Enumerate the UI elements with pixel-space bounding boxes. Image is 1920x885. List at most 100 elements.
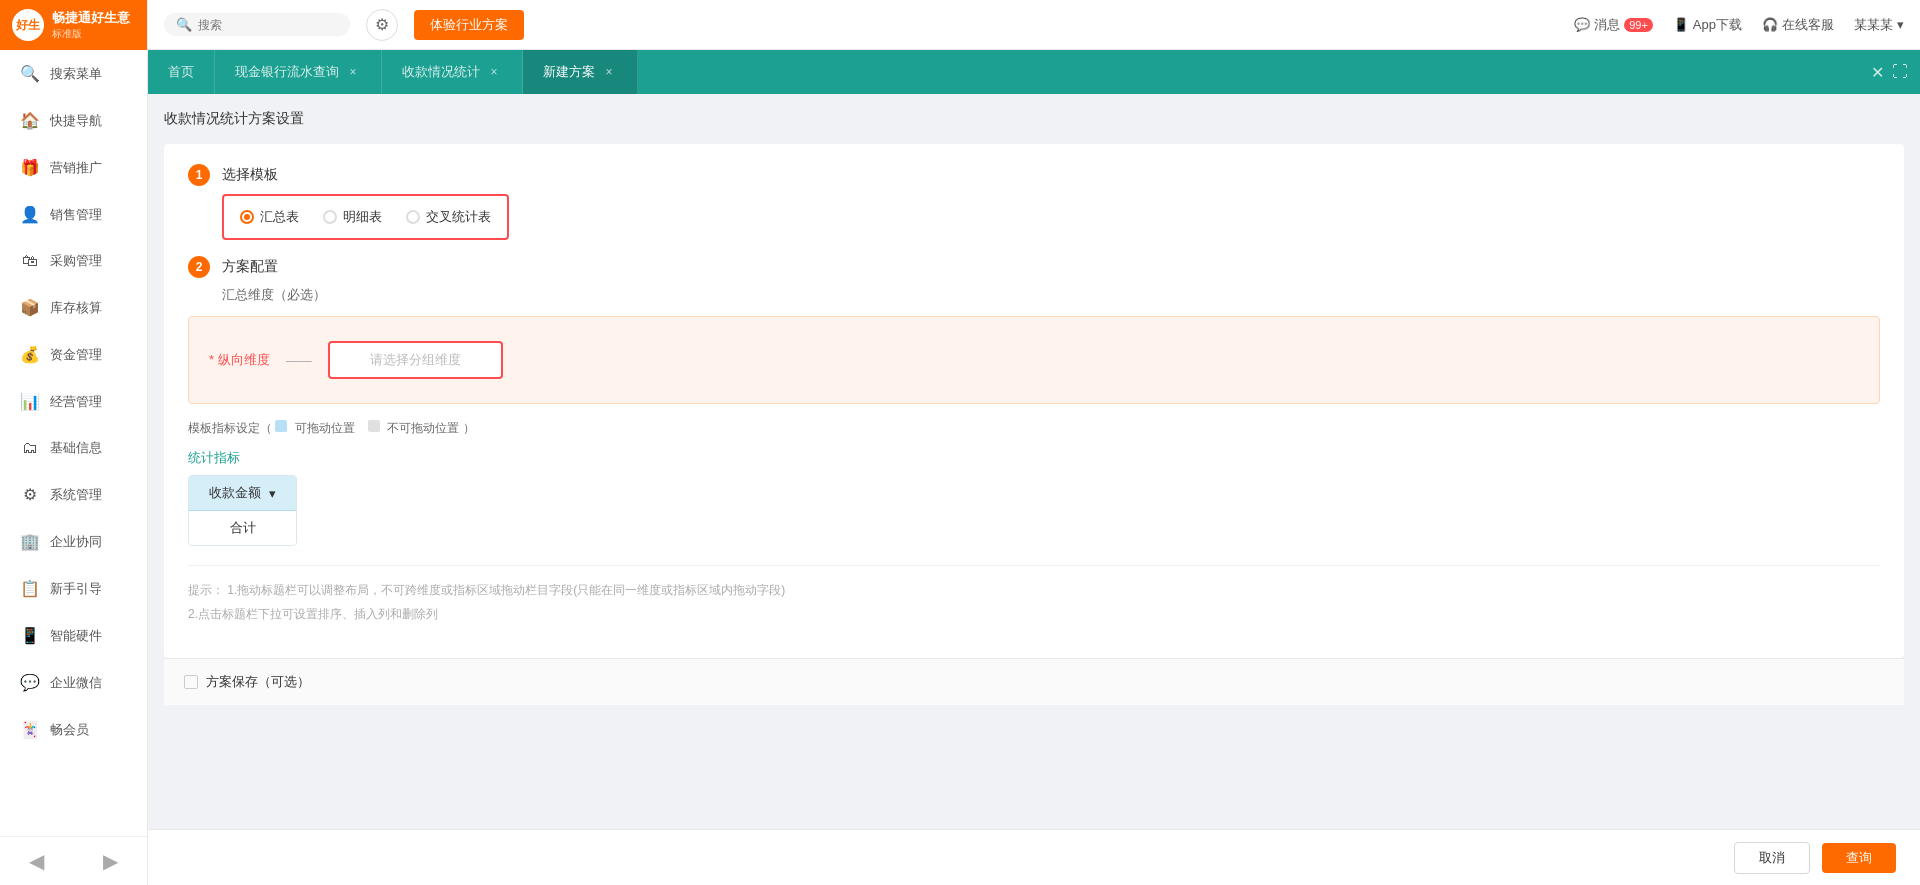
sidebar-item-member[interactable]: 🃏 畅会员 xyxy=(0,706,147,753)
template-options: 汇总表 明细表 交叉统计表 xyxy=(222,194,509,240)
service-label: 在线客服 xyxy=(1782,16,1834,34)
radio-summary[interactable]: 汇总表 xyxy=(240,208,299,226)
industry-button[interactable]: 体验行业方案 xyxy=(414,10,524,40)
tab-new[interactable]: 新建方案 × xyxy=(523,50,638,94)
tab-new-label: 新建方案 xyxy=(543,63,595,81)
basic-icon: 🗂 xyxy=(20,439,40,457)
sidebar-item-label-hardware: 智能硬件 xyxy=(50,627,102,645)
download-item[interactable]: 📱 App下载 xyxy=(1673,16,1742,34)
tab-bar: 首页 现金银行流水查询 × 收款情况统计 × 新建方案 × ✕ ⛶ xyxy=(148,50,1920,94)
sidebar-item-label-basic: 基础信息 xyxy=(50,439,102,457)
sidebar-item-hardware[interactable]: 📱 智能硬件 xyxy=(0,612,147,659)
tips-line1: 提示： 1.拖动标题栏可以调整布局，不可跨维度或指标区域拖动栏目字段(只能在同一… xyxy=(188,578,1880,602)
purchase-icon: 🛍 xyxy=(20,252,40,270)
finance-icon: 💰 xyxy=(20,345,40,364)
tabs-controls: ✕ ⛶ xyxy=(1859,50,1920,94)
save-label: 方案保存（可选） xyxy=(206,673,310,691)
radio-summary-label: 汇总表 xyxy=(260,208,299,226)
sidebar-item-marketing[interactable]: 🎁营销推广 xyxy=(0,144,147,191)
tab-bank-close[interactable]: × xyxy=(345,64,361,80)
message-item[interactable]: 💬 消息 99+ xyxy=(1574,16,1653,34)
logo-badge: 标准版 xyxy=(52,27,130,41)
indicator-header-text: 收款金额 xyxy=(209,484,261,502)
wechat-icon: 💬 xyxy=(20,673,40,692)
save-checkbox[interactable] xyxy=(184,675,198,689)
indicator-header[interactable]: 收款金额 ▾ xyxy=(189,476,296,511)
chevron-down-indicator-icon[interactable]: ▾ xyxy=(269,486,276,501)
content-area: 收款情况统计方案设置 1 选择模板 汇总表 明细表 交叉统计表 xyxy=(148,94,1920,829)
system-icon: ⚙ xyxy=(20,485,40,504)
sidebar-item-label-finance: 资金管理 xyxy=(50,346,102,364)
sidebar-item-nav[interactable]: 🏠快捷导航 xyxy=(0,97,147,144)
sidebar-item-label-guide: 新手引导 xyxy=(50,580,102,598)
step1-label: 选择模板 xyxy=(222,166,278,184)
sidebar-item-inventory[interactable]: 📦 库存核算 xyxy=(0,284,147,331)
sidebar-item-wechat[interactable]: 💬 企业微信 xyxy=(0,659,147,706)
step1-row: 1 选择模板 xyxy=(188,164,1880,186)
tab-receipt[interactable]: 收款情况统计 × xyxy=(382,50,523,94)
tab-close-all-icon[interactable]: ✕ xyxy=(1871,63,1884,82)
tab-receipt-close[interactable]: × xyxy=(486,64,502,80)
radio-cross[interactable]: 交叉统计表 xyxy=(406,208,491,226)
sidebar-item-operation[interactable]: 📊经营管理 xyxy=(0,378,147,425)
sidebar-item-sales[interactable]: 👤销售管理 xyxy=(0,191,147,238)
indicator-title: 统计指标 xyxy=(188,449,1880,467)
search-icon: 🔍 xyxy=(20,64,40,83)
sidebar-item-finance[interactable]: 💰 资金管理 xyxy=(0,331,147,378)
search-input[interactable] xyxy=(198,18,338,32)
indicator-legend: 模板指标设定（ 可拖动位置 不可拖动位置 ） xyxy=(188,420,1880,437)
header: 🔍 ⚙ 体验行业方案 💬 消息 99+ 📱 App下载 🎧 在线客服 某某某 xyxy=(148,0,1920,50)
message-badge: 99+ xyxy=(1624,18,1653,32)
radio-summary-dot[interactable] xyxy=(240,210,254,224)
member-icon: 🃏 xyxy=(20,720,40,739)
download-icon: 📱 xyxy=(1673,17,1689,32)
main-card: 1 选择模板 汇总表 明细表 交叉统计表 2 xyxy=(164,144,1904,658)
main-area: 🔍 ⚙ 体验行业方案 💬 消息 99+ 📱 App下载 🎧 在线客服 某某某 xyxy=(148,0,1920,885)
inventory-icon: 📦 xyxy=(20,298,40,317)
sidebar-item-label-member: 畅会员 xyxy=(50,721,89,739)
sales-icon: 👤 xyxy=(20,205,40,224)
fixed-legend-label: 不可拖动位置 xyxy=(387,421,459,435)
dimension-row: * 纵向维度 —— 请选择分组维度 xyxy=(209,341,1859,379)
user-item[interactable]: 某某某 ▾ xyxy=(1854,16,1904,34)
message-label: 消息 xyxy=(1594,16,1620,34)
fixed-legend-dot xyxy=(368,420,380,432)
logo-icon: 好生 xyxy=(12,9,44,41)
dimension-selector[interactable]: 请选择分组维度 xyxy=(328,341,503,379)
header-left: 🔍 ⚙ 体验行业方案 xyxy=(164,9,524,41)
sidebar-item-corp[interactable]: 🏢企业协同 xyxy=(0,518,147,565)
cancel-button[interactable]: 取消 xyxy=(1734,842,1810,874)
sidebar-item-guide[interactable]: 📋新手引导 xyxy=(0,565,147,612)
radio-cross-dot[interactable] xyxy=(406,210,420,224)
sidebar-item-label-wechat: 企业微信 xyxy=(50,674,102,692)
query-button[interactable]: 查询 xyxy=(1822,843,1896,873)
sidebar-item-label-inventory: 库存核算 xyxy=(50,299,102,317)
sidebar-prev-btn[interactable]: ◀ xyxy=(0,837,74,885)
sidebar-logo: 好生 畅捷通好生意 标准版 xyxy=(0,0,147,50)
service-item[interactable]: 🎧 在线客服 xyxy=(1762,16,1834,34)
header-right: 💬 消息 99+ 📱 App下载 🎧 在线客服 某某某 ▾ xyxy=(1574,16,1904,34)
radio-detail[interactable]: 明细表 xyxy=(323,208,382,226)
radio-detail-dot[interactable] xyxy=(323,210,337,224)
radio-cross-label: 交叉统计表 xyxy=(426,208,491,226)
tab-bank[interactable]: 现金银行流水查询 × xyxy=(215,50,382,94)
settings-button[interactable]: ⚙ xyxy=(366,9,398,41)
dimension-label: * 纵向维度 xyxy=(209,351,270,369)
sidebar-item-basic[interactable]: 🗂 基础信息 xyxy=(0,425,147,471)
marketing-icon: 🎁 xyxy=(20,158,40,177)
sidebar-next-btn[interactable]: ▶ xyxy=(74,837,148,885)
hardware-icon: 📱 xyxy=(20,626,40,645)
sidebar-item-label-system: 系统管理 xyxy=(50,486,102,504)
tab-home[interactable]: 首页 xyxy=(148,50,215,94)
movable-legend-label: 可拖动位置 xyxy=(295,421,355,435)
tabs-spacer xyxy=(638,50,1859,94)
tab-expand-icon[interactable]: ⛶ xyxy=(1892,63,1908,81)
tips-line2: 2.点击标题栏下拉可设置排序、插入列和删除列 xyxy=(188,602,1880,626)
sidebar-item-purchase[interactable]: 🛍采购管理 xyxy=(0,238,147,284)
sidebar-item-search[interactable]: 🔍搜索菜单 xyxy=(0,50,147,97)
sidebar-item-system[interactable]: ⚙ 系统管理 xyxy=(0,471,147,518)
dimension-arrow: —— xyxy=(286,353,312,368)
indicator-section-label: 模板指标设定（ xyxy=(188,421,272,435)
message-icon: 💬 xyxy=(1574,17,1590,32)
tab-new-close[interactable]: × xyxy=(601,64,617,80)
